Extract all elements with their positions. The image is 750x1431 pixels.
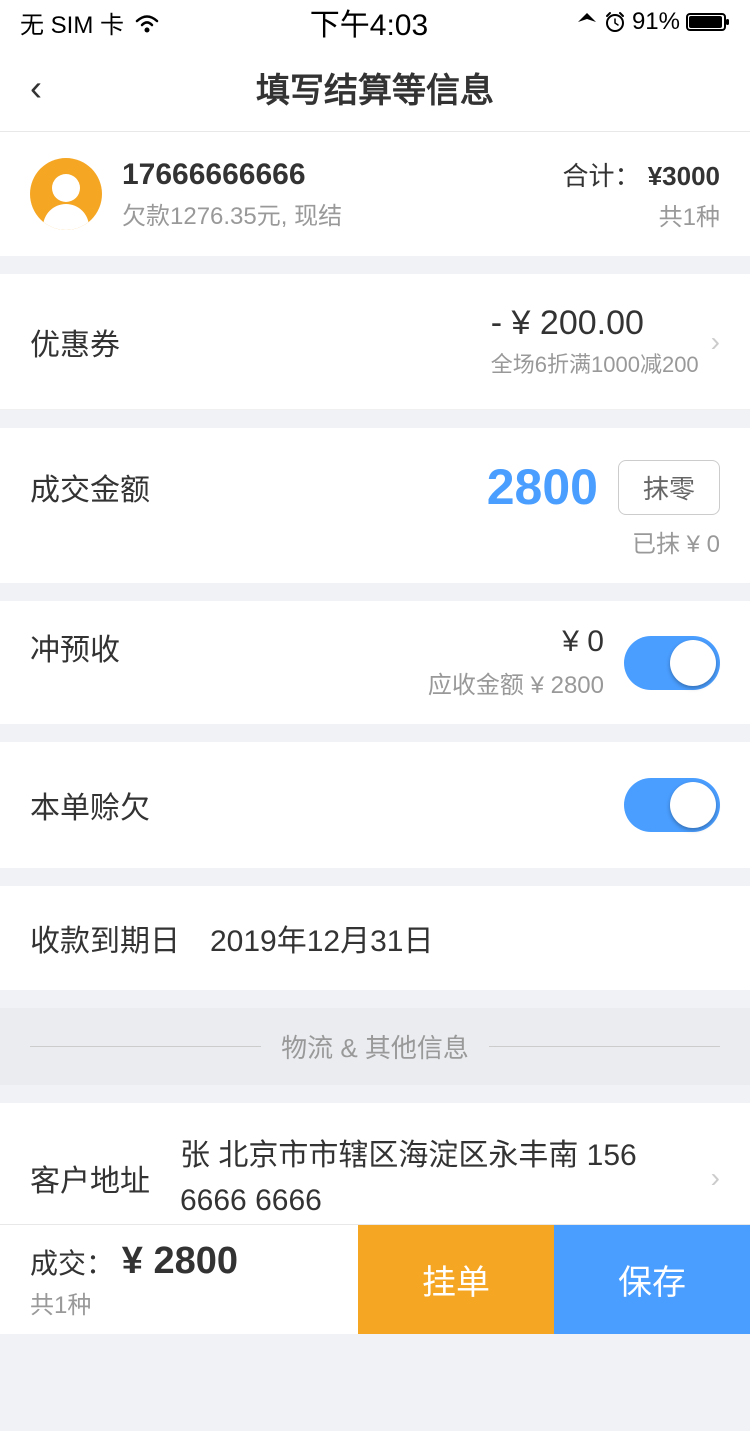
duedate-value: 2019年12月31日 bbox=[210, 916, 433, 960]
divider-text: 物流 & 其他信息 bbox=[261, 1028, 489, 1065]
prepay-section: 冲预收 ¥ 0 应收金额 ¥ 2800 bbox=[0, 601, 750, 724]
address-value: 张 北京市市辖区海淀区永丰南 156 6666 6666 bbox=[180, 1133, 711, 1223]
sim-status: 无 SIM 卡 bbox=[20, 5, 124, 40]
trade-amount-section: 成交金额 2800 抹零 已抹 ¥ 0 bbox=[0, 428, 750, 583]
divider-line-right bbox=[489, 1046, 720, 1047]
battery-percent: 91% bbox=[632, 8, 680, 36]
bottom-trade-label: 成交： bbox=[30, 1248, 114, 1279]
trade-amount-value: 2800 bbox=[487, 458, 598, 516]
debit-toggle[interactable] bbox=[624, 778, 720, 832]
customer-phone: 17666666666 bbox=[122, 158, 342, 192]
bottom-count: 共1种 bbox=[30, 1285, 328, 1320]
nav-bar: ‹ 填写结算等信息 bbox=[0, 44, 750, 132]
amount-sub: 已抹 ¥ 0 bbox=[30, 524, 720, 559]
status-right: 91% bbox=[576, 8, 730, 36]
debit-toggle-knob bbox=[670, 782, 716, 828]
duedate-section: 收款到期日 2019年12月31日 bbox=[0, 886, 750, 990]
coupon-section: 优惠券 - ¥ 200.00 全场6折满1000减200 › bbox=[0, 274, 750, 410]
address-chevron: › bbox=[711, 1162, 720, 1194]
address-chevron-icon: › bbox=[711, 1162, 720, 1194]
customer-row: 17666666666 欠款1276.35元, 现结 合计： ¥3000 共1种 bbox=[0, 132, 750, 256]
toggle-knob bbox=[670, 640, 716, 686]
coupon-value-block: - ¥ 200.00 全场6折满1000减200 bbox=[491, 304, 699, 379]
customer-info-left: 17666666666 欠款1276.35元, 现结 bbox=[30, 158, 342, 231]
bottom-trade-value: ¥ 2800 bbox=[122, 1240, 238, 1282]
round-zero-button[interactable]: 抹零 bbox=[618, 460, 720, 515]
divider-line-left bbox=[30, 1046, 261, 1047]
prepay-right: ¥ 0 应收金额 ¥ 2800 bbox=[428, 625, 720, 700]
status-time: 下午4:03 bbox=[310, 0, 428, 44]
status-bar: 无 SIM 卡 下午4:03 91% bbox=[0, 0, 750, 44]
bottom-info: 成交： ¥ 2800 共1种 bbox=[0, 1225, 358, 1334]
bottom-trade-row: 成交： ¥ 2800 bbox=[30, 1240, 328, 1283]
bottom-bar: 成交： ¥ 2800 共1种 挂单 保存 bbox=[0, 1224, 750, 1334]
coupon-amount: - ¥ 200.00 bbox=[491, 304, 699, 343]
amount-right: 2800 抹零 bbox=[487, 458, 720, 516]
prepay-row: 冲预收 ¥ 0 应收金额 ¥ 2800 bbox=[30, 625, 720, 700]
location-icon bbox=[576, 11, 598, 33]
battery-icon bbox=[686, 11, 730, 33]
duedate-label: 收款到期日 bbox=[30, 916, 180, 960]
coupon-label: 优惠券 bbox=[30, 320, 120, 364]
back-button[interactable]: ‹ bbox=[30, 67, 42, 109]
prepay-sub: 应收金额 ¥ 2800 bbox=[428, 665, 604, 700]
logistics-divider: 物流 & 其他信息 bbox=[0, 1008, 750, 1085]
prepay-amount: ¥ 0 bbox=[428, 625, 604, 659]
save-button[interactable]: 保存 bbox=[554, 1225, 750, 1334]
prepay-label: 冲预收 bbox=[30, 625, 120, 669]
coupon-subtext: 全场6折满1000减200 bbox=[491, 347, 699, 379]
total-count: 共1种 bbox=[562, 197, 720, 232]
wifi-icon bbox=[132, 11, 162, 33]
prepay-values: ¥ 0 应收金额 ¥ 2800 bbox=[428, 625, 604, 700]
page-title: 填写结算等信息 bbox=[256, 63, 494, 112]
prepay-toggle[interactable] bbox=[624, 636, 720, 690]
customer-sub: 欠款1276.35元, 现结 bbox=[122, 196, 342, 231]
amount-row: 成交金额 2800 抹零 bbox=[30, 458, 720, 516]
address-label: 客户地址 bbox=[30, 1156, 150, 1200]
customer-total: 合计： ¥3000 共1种 bbox=[562, 156, 720, 232]
total-label: 合计： ¥3000 bbox=[562, 156, 720, 193]
coupon-row[interactable]: 优惠券 - ¥ 200.00 全场6折满1000减200 › bbox=[0, 274, 750, 410]
status-left: 无 SIM 卡 bbox=[20, 5, 162, 40]
coupon-right: - ¥ 200.00 全场6折满1000减200 › bbox=[491, 304, 720, 379]
hold-order-button[interactable]: 挂单 bbox=[358, 1225, 554, 1334]
debit-label: 本单赊欠 bbox=[30, 783, 150, 827]
chevron-right-icon: › bbox=[711, 326, 720, 358]
customer-details: 17666666666 欠款1276.35元, 现结 bbox=[122, 158, 342, 231]
alarm-icon bbox=[604, 11, 626, 33]
avatar bbox=[30, 158, 102, 230]
trade-amount-label: 成交金额 bbox=[30, 465, 150, 509]
debit-section: 本单赊欠 bbox=[0, 742, 750, 868]
